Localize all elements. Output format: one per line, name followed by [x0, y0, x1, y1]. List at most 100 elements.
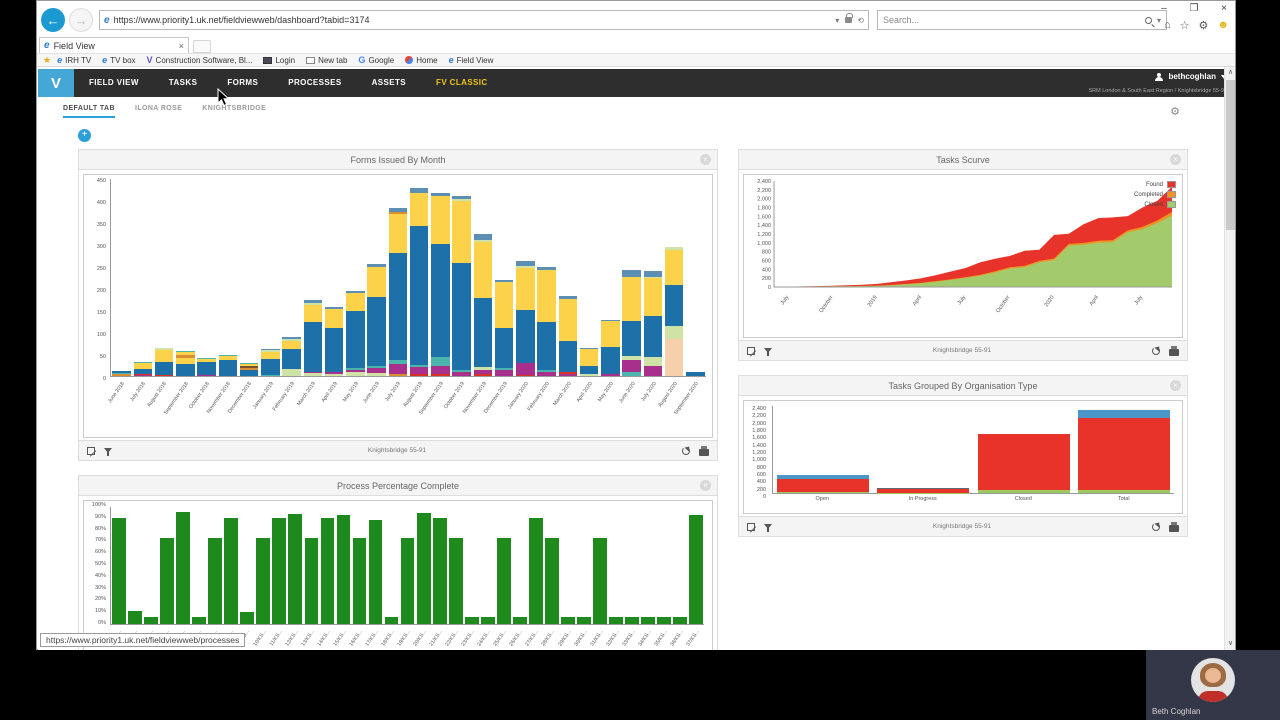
bar-slot — [154, 179, 175, 376]
settings-gear-icon[interactable]: ⚙ — [1199, 19, 1209, 32]
bookmark-item[interactable]: Home — [405, 55, 438, 65]
bookmark-item[interactable]: e IRH TV — [57, 55, 91, 65]
percentage-bar — [112, 517, 126, 624]
bar-slot — [345, 179, 366, 376]
bookmark-item[interactable]: New tab — [306, 55, 347, 65]
page-scrollbar[interactable]: ∧ ∨ — [1224, 67, 1235, 650]
nav-item-tasks[interactable]: TASKS — [154, 69, 213, 97]
forward-button[interactable]: → — [69, 8, 93, 32]
user-menu[interactable]: bethcoghlan — [1155, 72, 1227, 81]
dashboard-settings-icon[interactable]: ⚙ — [1170, 105, 1180, 118]
url-text[interactable]: https://www.priority1.uk.net/fieldviewwe… — [114, 15, 831, 25]
bar-slot — [672, 507, 688, 624]
bar-segment — [528, 517, 543, 624]
tab-title: Field View — [53, 40, 95, 51]
webcam-avatar — [1191, 658, 1235, 702]
maximize-button[interactable]: ❐ — [1187, 3, 1201, 15]
plot-area — [110, 507, 704, 625]
panel-process-complete: Process Percentage Complete × 0% 10% 20% 30… — [78, 475, 718, 650]
bar-segment — [282, 340, 301, 349]
tab-knightsbridge[interactable]: KNIGHTSBRIDGE — [202, 105, 266, 118]
bar-slot — [175, 179, 196, 376]
nav-item-field-view[interactable]: FIELD VIEW — [74, 69, 154, 97]
bar-slot — [873, 406, 973, 493]
y-tick-label: 1,200 — [757, 232, 771, 238]
bar-slot — [496, 507, 512, 624]
bar-segment — [664, 249, 684, 285]
close-button[interactable]: × — [1217, 3, 1231, 15]
y-tick-label: 600 — [756, 472, 766, 478]
feedback-smiley-icon[interactable]: ☻ — [1217, 19, 1229, 32]
tab-close-icon[interactable]: × — [179, 41, 184, 51]
address-bar[interactable]: e https://www.priority1.uk.net/fieldview… — [99, 10, 869, 30]
favorites-star-icon[interactable]: ☆ — [1180, 19, 1190, 32]
bookmarks-star-icon[interactable]: ★ — [43, 55, 51, 66]
nav-item-processes[interactable]: PROCESSES — [273, 69, 356, 97]
bookmark-item[interactable]: G Google — [358, 55, 394, 65]
bar-segment — [664, 326, 684, 339]
bookmark-item[interactable]: e TV box — [102, 55, 135, 65]
y-tick-label: 1,000 — [752, 457, 766, 464]
search-input[interactable]: Search... ▾ — [877, 10, 1167, 30]
scroll-down-icon[interactable]: ∨ — [1225, 638, 1235, 650]
bookmark-item[interactable]: Login — [263, 55, 295, 65]
bar-slot — [400, 507, 416, 624]
bar-segment — [689, 515, 704, 624]
bookmark-item[interactable]: V Construction Software, Bl... — [147, 55, 253, 65]
bar-segment — [480, 616, 495, 624]
home-icon[interactable]: ⌂ — [1164, 19, 1171, 32]
panel-close-icon[interactable]: × — [1170, 380, 1181, 391]
y-tick-label: 20% — [94, 596, 106, 603]
add-panel-button[interactable]: + — [78, 129, 91, 142]
x-tick-label: In Progress — [908, 496, 937, 502]
fieldview-logo[interactable]: V — [38, 69, 74, 97]
bar-segment — [558, 373, 577, 376]
bar-slot — [773, 406, 873, 493]
bar-segment — [641, 616, 655, 624]
x-tick-label: July — [957, 295, 968, 307]
print-icon[interactable] — [1169, 521, 1179, 532]
filter-icon[interactable] — [764, 348, 772, 356]
print-icon[interactable] — [1169, 345, 1179, 356]
bar-slot — [464, 507, 480, 624]
scrollbar-thumb[interactable] — [1226, 80, 1235, 230]
bar-slot — [494, 179, 515, 376]
bookmark-item[interactable]: e Field View — [449, 55, 494, 65]
bar-slot — [536, 179, 557, 376]
tab-default-tab[interactable]: DEFAULT TAB — [63, 105, 115, 118]
bar-slot — [159, 507, 175, 624]
bar-segment — [388, 363, 407, 375]
edit-icon[interactable] — [87, 446, 95, 455]
refresh-icon[interactable] — [682, 446, 690, 455]
edit-icon[interactable] — [747, 346, 755, 355]
bar-segment — [664, 338, 684, 376]
back-button[interactable]: ← — [41, 8, 65, 32]
chart-tasks-grouped: 0 200 400 600 800 1,000 1,200 1,400 1,600 1,800 2,… — [743, 400, 1183, 514]
bar-slot — [472, 179, 493, 376]
x-tick-label: Total — [1117, 496, 1130, 502]
search-icon[interactable] — [1144, 16, 1152, 24]
stacked-bar — [388, 208, 407, 376]
filter-icon[interactable] — [104, 448, 112, 456]
search-caret-icon[interactable]: ▾ — [1157, 16, 1161, 25]
panel-close-icon[interactable]: × — [700, 154, 711, 165]
refresh-icon[interactable] — [1152, 346, 1160, 355]
tab-ilona-rose[interactable]: ILONA ROSE — [135, 105, 182, 118]
print-icon[interactable] — [699, 445, 709, 456]
bar-segment — [494, 328, 514, 368]
y-tick-label: 2,400 — [752, 406, 766, 412]
edit-icon[interactable] — [747, 522, 755, 531]
scroll-up-icon[interactable]: ∧ — [1225, 67, 1235, 79]
panel-close-icon[interactable]: × — [1170, 154, 1181, 165]
nav-item-fv-classic[interactable]: FV CLASSIC — [421, 69, 503, 97]
bar-segment — [303, 321, 322, 372]
panel-close-icon[interactable]: × — [700, 480, 711, 491]
x-tick-label: October — [818, 295, 834, 315]
browser-tab[interactable]: e Field View × — [39, 37, 189, 53]
nav-item-assets[interactable]: ASSETS — [357, 69, 421, 97]
refresh-icon[interactable] — [1152, 522, 1160, 531]
autocomplete-caret-icon[interactable]: ▾ — [835, 16, 839, 25]
filter-icon[interactable] — [764, 524, 772, 532]
new-tab-button[interactable] — [193, 40, 211, 53]
refresh-icon[interactable]: ⟲ — [857, 16, 864, 25]
